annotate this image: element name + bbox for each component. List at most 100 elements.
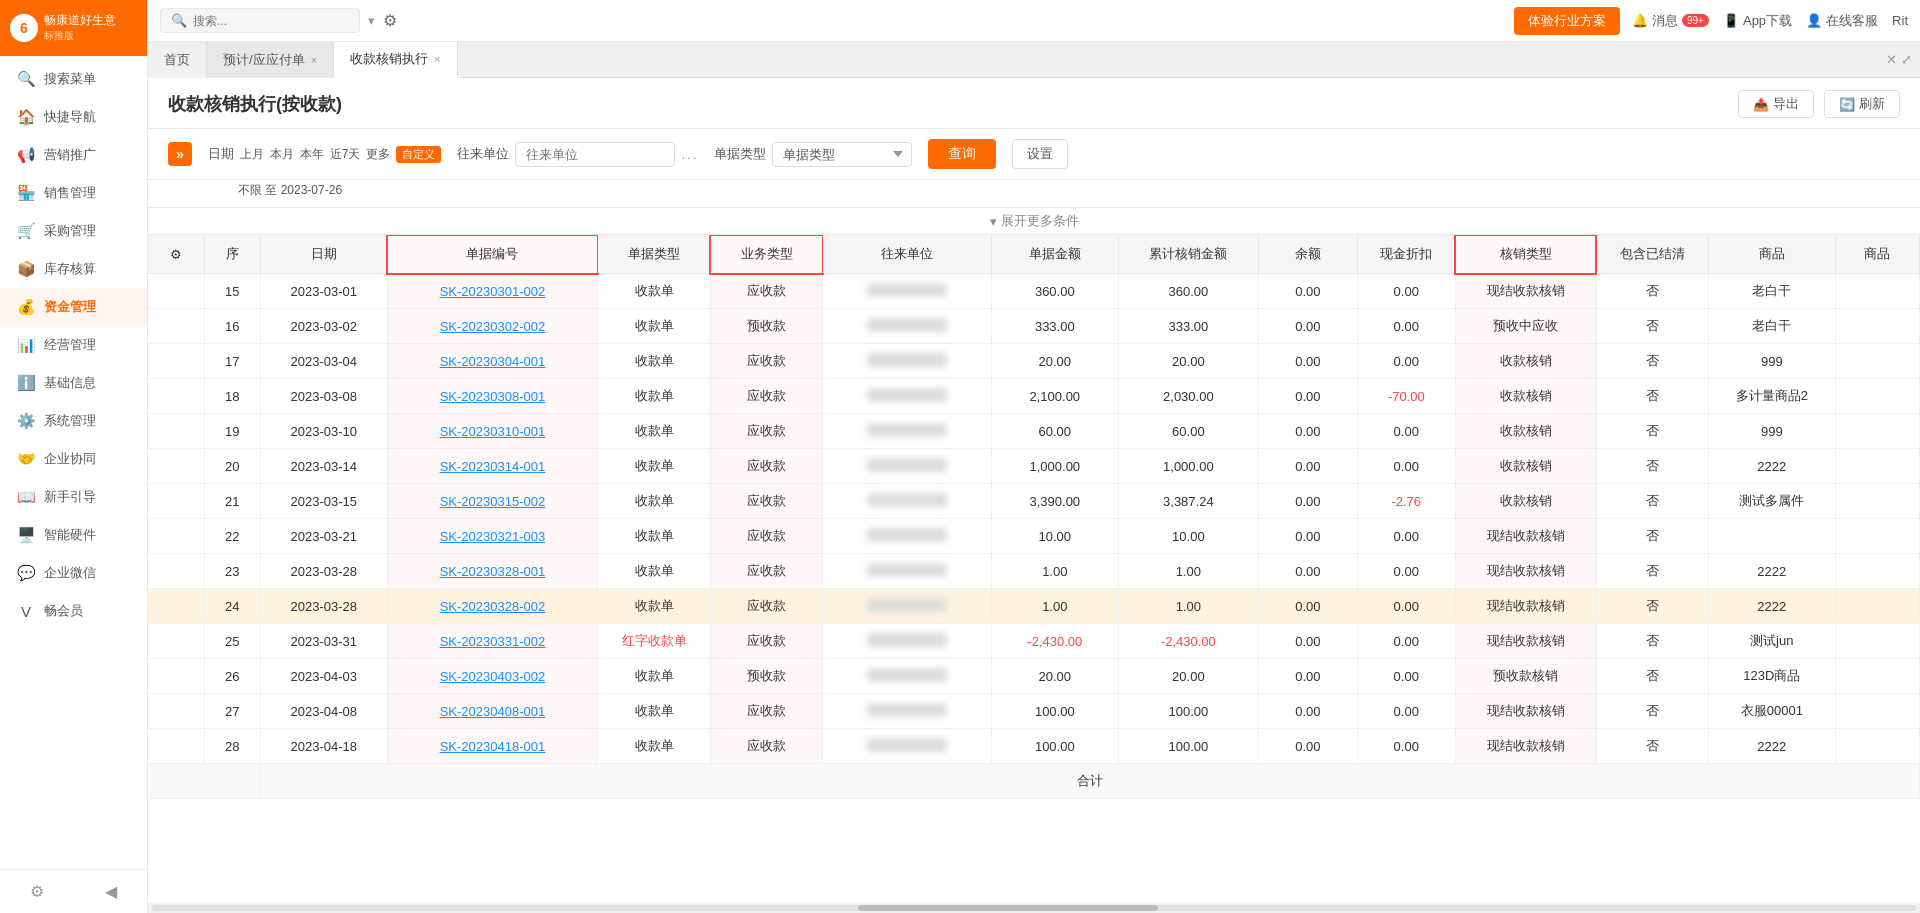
doctype-filter-select[interactable]: 单据类型 收款单 红字收款单 bbox=[772, 142, 912, 167]
cell-docno[interactable]: SK-20230310-001 bbox=[387, 414, 598, 449]
th-amount: 单据金额 bbox=[992, 235, 1119, 274]
close-all-icon[interactable]: ✕ bbox=[1886, 52, 1897, 67]
date-custom-label[interactable]: 自定义 bbox=[396, 146, 441, 163]
table-row[interactable]: 26 2023-04-03 SK-20230403-002 收款单 预收款 20… bbox=[148, 659, 1920, 694]
table-row[interactable]: 24 2023-03-28 SK-20230328-002 收款单 应收款 1.… bbox=[148, 589, 1920, 624]
export-button[interactable]: 📤 导出 bbox=[1738, 90, 1814, 118]
table-row[interactable]: 21 2023-03-15 SK-20230315-002 收款单 应收款 3,… bbox=[148, 484, 1920, 519]
tab-payable-close[interactable]: × bbox=[311, 54, 317, 66]
table-row[interactable]: 20 2023-03-14 SK-20230314-001 收款单 应收款 1,… bbox=[148, 449, 1920, 484]
sidebar-item-corp[interactable]: 🤝 企业协同 bbox=[0, 440, 147, 478]
sidebar-item-inventory[interactable]: 📦 库存核算 bbox=[0, 250, 147, 288]
cell-docno[interactable]: SK-20230301-002 bbox=[387, 274, 598, 309]
sidebar-item-guide[interactable]: 📖 新手引导 bbox=[0, 478, 147, 516]
search-input[interactable] bbox=[193, 14, 343, 28]
date-link-more[interactable]: 更多 bbox=[366, 146, 390, 163]
cell-writetype: 现结收款核销 bbox=[1455, 274, 1596, 309]
sidebar-item-basic[interactable]: ℹ️ 基础信息 bbox=[0, 364, 147, 402]
sidebar-item-label: 智能硬件 bbox=[44, 526, 96, 544]
notify-button[interactable]: 🔔 消息 99+ bbox=[1632, 12, 1709, 30]
table-row[interactable]: 15 2023-03-01 SK-20230301-002 收款单 应收款 36… bbox=[148, 274, 1920, 309]
setting-button[interactable]: 设置 bbox=[1012, 139, 1068, 169]
refresh-button[interactable]: 🔄 刷新 bbox=[1824, 90, 1900, 118]
sidebar-item-purchase[interactable]: 🛒 采购管理 bbox=[0, 212, 147, 250]
collapse-icon[interactable]: ◀ bbox=[101, 878, 121, 905]
scrollbar-thumb[interactable] bbox=[858, 905, 1158, 911]
sidebar-item-marketing[interactable]: 📢 营销推广 bbox=[0, 136, 147, 174]
cell-settings bbox=[148, 309, 204, 344]
cell-docno[interactable]: SK-20230321-003 bbox=[387, 519, 598, 554]
table-row[interactable]: 16 2023-03-02 SK-20230302-002 收款单 预收款 33… bbox=[148, 309, 1920, 344]
horizontal-scrollbar[interactable] bbox=[148, 903, 1920, 913]
sidebar-item-wechat[interactable]: 💬 企业微信 bbox=[0, 554, 147, 592]
table-row[interactable]: 22 2023-03-21 SK-20230321-003 收款单 应收款 10… bbox=[148, 519, 1920, 554]
cell-docno[interactable]: SK-20230315-002 bbox=[387, 484, 598, 519]
cell-incl: 否 bbox=[1596, 694, 1708, 729]
cell-docno[interactable]: SK-20230331-002 bbox=[387, 624, 598, 659]
table-row[interactable]: 19 2023-03-10 SK-20230310-001 收款单 应收款 60… bbox=[148, 414, 1920, 449]
gear-icon[interactable]: ⚙ bbox=[383, 11, 397, 30]
cell-docno[interactable]: SK-20230308-001 bbox=[387, 379, 598, 414]
online-service-button[interactable]: 👤 在线客服 bbox=[1806, 12, 1878, 30]
table-row[interactable]: 28 2023-04-18 SK-20230418-001 收款单 应收款 10… bbox=[148, 729, 1920, 764]
cell-goods: 多计量商品2 bbox=[1709, 379, 1836, 414]
table-row[interactable]: 18 2023-03-08 SK-20230308-001 收款单 应收款 2,… bbox=[148, 379, 1920, 414]
cell-docno[interactable]: SK-20230408-001 bbox=[387, 694, 598, 729]
cell-docno[interactable]: SK-20230302-002 bbox=[387, 309, 598, 344]
settings-bottom-icon[interactable]: ⚙ bbox=[26, 878, 48, 905]
date-link-thisyear[interactable]: 本年 bbox=[300, 146, 324, 163]
sidebar-item-system[interactable]: ⚙️ 系统管理 bbox=[0, 402, 147, 440]
cell-writetype: 收款核销 bbox=[1455, 344, 1596, 379]
maximize-icon[interactable]: ⤢ bbox=[1901, 52, 1912, 67]
user-button[interactable]: Rit bbox=[1892, 13, 1908, 28]
th-settings[interactable]: ⚙ bbox=[148, 235, 204, 274]
cell-docno[interactable]: SK-20230418-001 bbox=[387, 729, 598, 764]
cell-docno[interactable]: SK-20230403-002 bbox=[387, 659, 598, 694]
sidebar-item-sales[interactable]: 🏪 销售管理 bbox=[0, 174, 147, 212]
tab-writeoff[interactable]: 收款核销执行 × bbox=[334, 42, 457, 78]
table-row[interactable]: 17 2023-03-04 SK-20230304-001 收款单 应收款 20… bbox=[148, 344, 1920, 379]
cell-amount: 1,000.00 bbox=[992, 449, 1119, 484]
sidebar-item-finance[interactable]: 💰 资金管理 bbox=[0, 288, 147, 326]
sidebar-item-member[interactable]: V 畅会员 bbox=[0, 592, 147, 630]
cell-cumamt: 60.00 bbox=[1118, 414, 1259, 449]
sidebar-item-search[interactable]: 🔍 搜索菜单 bbox=[0, 60, 147, 98]
cell-docno[interactable]: SK-20230328-002 bbox=[387, 589, 598, 624]
sidebar-item-operations[interactable]: 📊 经营管理 bbox=[0, 326, 147, 364]
sidebar-item-hardware[interactable]: 🖥️ 智能硬件 bbox=[0, 516, 147, 554]
cell-balance: 0.00 bbox=[1259, 694, 1357, 729]
table-row[interactable]: 27 2023-04-08 SK-20230408-001 收款单 应收款 10… bbox=[148, 694, 1920, 729]
purchase-icon: 🛒 bbox=[16, 222, 36, 240]
app-download-button[interactable]: 📱 App下载 bbox=[1723, 12, 1792, 30]
chevron-down-icon[interactable]: ▾ bbox=[368, 13, 375, 28]
cell-docno[interactable]: SK-20230304-001 bbox=[387, 344, 598, 379]
table-row[interactable]: 23 2023-03-28 SK-20230328-001 收款单 应收款 1.… bbox=[148, 554, 1920, 589]
basic-icon: ℹ️ bbox=[16, 374, 36, 392]
date-link-7days[interactable]: 近7天 bbox=[330, 146, 361, 163]
th-discount: 现金折扣 bbox=[1357, 235, 1455, 274]
cell-cumamt: 1,000.00 bbox=[1118, 449, 1259, 484]
tab-writeoff-close[interactable]: × bbox=[434, 53, 440, 65]
settings-icon[interactable]: ⚙ bbox=[170, 247, 182, 262]
table-row[interactable]: 25 2023-03-31 SK-20230331-002 红字收款单 应收款 … bbox=[148, 624, 1920, 659]
date-link-thismonth[interactable]: 本月 bbox=[270, 146, 294, 163]
tab-home[interactable]: 首页 bbox=[148, 42, 207, 78]
date-link-lastmonth[interactable]: 上月 bbox=[240, 146, 264, 163]
scrollbar-track[interactable] bbox=[152, 905, 1916, 911]
unit-filter-input[interactable] bbox=[515, 142, 675, 167]
cell-docno[interactable]: SK-20230328-001 bbox=[387, 554, 598, 589]
cell-discount: -2.76 bbox=[1357, 484, 1455, 519]
query-button[interactable]: 查询 bbox=[928, 139, 996, 169]
cell-docno[interactable]: SK-20230314-001 bbox=[387, 449, 598, 484]
industry-solution-button[interactable]: 体验行业方案 bbox=[1514, 7, 1620, 35]
cell-num: 22 bbox=[204, 519, 260, 554]
filter-expand-button[interactable]: » bbox=[168, 142, 192, 166]
unit-filter-ellipsis[interactable]: ... bbox=[681, 147, 698, 162]
tab-payable[interactable]: 预计/应应付单 × bbox=[207, 42, 334, 78]
cell-unit bbox=[823, 414, 992, 449]
search-box[interactable]: 🔍 bbox=[160, 8, 360, 33]
sidebar-item-quicknav[interactable]: 🏠 快捷导航 bbox=[0, 98, 147, 136]
sidebar-item-label: 基础信息 bbox=[44, 374, 96, 392]
cell-settings bbox=[148, 414, 204, 449]
expand-more-button[interactable]: ▾ 展开更多条件 bbox=[990, 212, 1079, 230]
